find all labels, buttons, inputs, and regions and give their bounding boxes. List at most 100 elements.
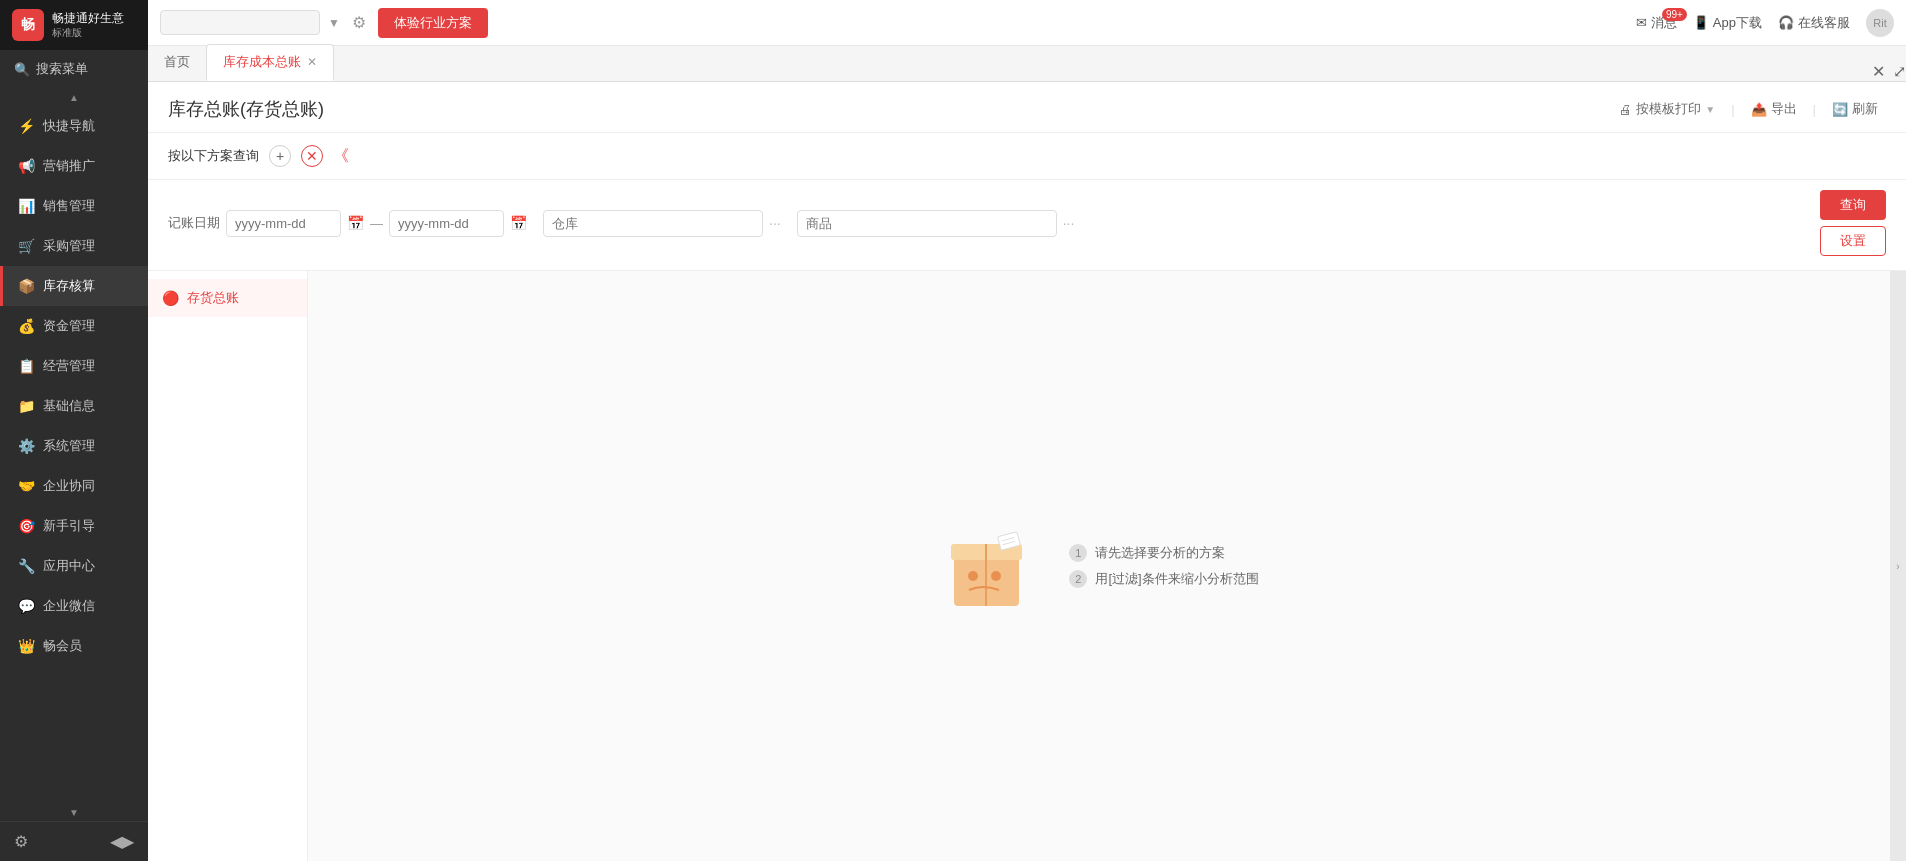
expand-panel-button[interactable]: ⤢ (1893, 62, 1906, 81)
sidebar-item-basic[interactable]: 📁 基础信息 (0, 386, 148, 426)
calendar-start-icon[interactable]: 📅 (347, 215, 364, 231)
sidebar-item-finance[interactable]: 💰 资金管理 (0, 306, 148, 346)
page-title: 库存总账(存货总账) (168, 97, 324, 121)
online-service-button[interactable]: 🎧 在线客服 (1778, 14, 1850, 32)
industry-solution-button[interactable]: 体验行业方案 (378, 8, 488, 38)
date-start-input[interactable] (226, 210, 341, 237)
system-icon: ⚙️ (17, 438, 35, 454)
warehouse-more-icon[interactable]: ··· (769, 215, 781, 231)
sidebar-nav: ⚡ 快捷导航 📢 营销推广 📊 销售管理 🛒 采购管理 📦 库存核算 💰 资金管… (0, 106, 148, 803)
sidebar-item-newbie[interactable]: 🎯 新手引导 (0, 506, 148, 546)
sales-icon: 📊 (17, 198, 35, 214)
settings-gear-icon[interactable]: ⚙ (348, 9, 370, 36)
warehouse-input[interactable] (543, 210, 763, 237)
app-center-icon: 🔧 (17, 558, 35, 574)
sidebar-item-wechat[interactable]: 💬 企业微信 (0, 586, 148, 626)
filter-label: 按以下方案查询 (168, 147, 259, 165)
date-field-label: 记账日期 (168, 214, 220, 232)
enterprise-icon: 🤝 (17, 478, 35, 494)
top-bar-left: ▼ ⚙ 体验行业方案 (160, 8, 1628, 38)
scheme-item-inventory-general[interactable]: 🔴 存货总账 (148, 279, 307, 317)
step-2-num: 2 (1069, 570, 1087, 588)
sidebar-item-enterprise[interactable]: 🤝 企业协同 (0, 466, 148, 506)
date-range-field: 记账日期 📅 — 📅 (168, 210, 527, 237)
export-button[interactable]: 📤 导出 (1743, 96, 1805, 122)
search-button[interactable]: 查询 (1820, 190, 1886, 220)
body-area: 🔴 存货总账 (148, 271, 1906, 861)
step-1-num: 1 (1069, 544, 1087, 562)
logo-text: 畅捷通好生意 标准版 (52, 11, 124, 40)
empty-inner: 1 请先选择要分析的方案 2 用[过滤]条件来缩小分析范围 (939, 516, 1258, 616)
content-area: 库存总账(存货总账) 🖨 按模板打印 ▼ | 📤 导出 | 🔄 刷新 (148, 82, 1906, 861)
page-header: 库存总账(存货总账) 🖨 按模板打印 ▼ | 📤 导出 | 🔄 刷新 (148, 82, 1906, 133)
empty-step-2: 2 用[过滤]条件来缩小分析范围 (1069, 566, 1258, 592)
chevron-right-icon: › (1896, 561, 1899, 572)
right-panel-toggle[interactable]: › (1890, 271, 1906, 861)
export-icon: 📤 (1751, 102, 1767, 117)
refresh-button[interactable]: 🔄 刷新 (1824, 96, 1886, 122)
tab-inventory-ledger[interactable]: 库存成本总账 ✕ (206, 44, 334, 81)
operations-icon: 📋 (17, 358, 35, 374)
breadcrumb-input[interactable] (160, 10, 320, 35)
message-button[interactable]: ✉ 消息 99+ (1636, 14, 1677, 32)
close-tab-icon[interactable]: ✕ (307, 55, 317, 69)
top-bar: ▼ ⚙ 体验行业方案 ✉ 消息 99+ 📱 App下载 🎧 在线客服 Rit (148, 0, 1906, 46)
sidebar-item-marketing[interactable]: 📢 营销推广 (0, 146, 148, 186)
empty-step-1: 1 请先选择要分析的方案 (1069, 540, 1258, 566)
calendar-end-icon[interactable]: 📅 (510, 215, 527, 231)
empty-text: 1 请先选择要分析的方案 2 用[过滤]条件来缩小分析范围 (1069, 540, 1258, 592)
remove-filter-button[interactable]: ✕ (301, 145, 323, 167)
scroll-up-btn[interactable]: ▲ (0, 88, 148, 106)
empty-box-svg (939, 516, 1039, 616)
newbie-icon: 🎯 (17, 518, 35, 534)
scheme-sidebar: 🔴 存货总账 (148, 271, 308, 861)
close-panel-button[interactable]: ✕ (1872, 62, 1885, 81)
search-menu-item[interactable]: 🔍 搜索菜单 (0, 50, 148, 88)
filter-bar: 按以下方案查询 + ✕ 《 (148, 133, 1906, 180)
add-filter-button[interactable]: + (269, 145, 291, 167)
inventory-icon: 📦 (17, 278, 35, 294)
sidebar-item-quick-nav[interactable]: ⚡ 快捷导航 (0, 106, 148, 146)
chevron-down-icon[interactable]: ▼ (328, 16, 340, 30)
collapse-sidebar-btn[interactable]: ◀▶ (110, 832, 134, 851)
sidebar-item-operations[interactable]: 📋 经营管理 (0, 346, 148, 386)
svg-point-4 (991, 571, 1001, 581)
tab-home[interactable]: 首页 (148, 45, 206, 81)
finance-icon: 💰 (17, 318, 35, 334)
print-template-button[interactable]: 🖨 按模板打印 ▼ (1611, 96, 1723, 122)
sidebar-item-app-center[interactable]: 🔧 应用中心 (0, 546, 148, 586)
sidebar-item-purchase[interactable]: 🛒 采购管理 (0, 226, 148, 266)
logo-icon: 畅 (12, 9, 44, 41)
panel-controls: ✕ ⤢ (1872, 62, 1906, 81)
scroll-down-btn[interactable]: ▼ (0, 803, 148, 821)
goods-more-icon[interactable]: ··· (1063, 215, 1075, 231)
refresh-icon: 🔄 (1832, 102, 1848, 117)
divider: | (1731, 102, 1734, 117)
empty-illustration (939, 516, 1039, 616)
sidebar-item-inventory[interactable]: 📦 库存核算 (0, 266, 148, 306)
filter-action-buttons: 查询 设置 (1820, 190, 1886, 256)
date-dash: — (370, 216, 383, 231)
sidebar-logo: 畅 畅捷通好生意 标准版 (0, 0, 148, 50)
print-icon: 🖨 (1619, 102, 1632, 117)
date-end-input[interactable] (389, 210, 504, 237)
main-area: ▼ ⚙ 体验行业方案 ✉ 消息 99+ 📱 App下载 🎧 在线客服 Rit (148, 0, 1906, 861)
goods-input[interactable] (797, 210, 1057, 237)
page-actions: 🖨 按模板打印 ▼ | 📤 导出 | 🔄 刷新 (1611, 96, 1886, 122)
headset-icon: 🎧 (1778, 15, 1794, 30)
tab-bar: 首页 库存成本总账 ✕ ✕ ⤢ (148, 46, 1906, 82)
settings-footer-icon[interactable]: ⚙ (14, 832, 28, 851)
member-icon: 👑 (17, 638, 35, 654)
app-download-button[interactable]: 📱 App下载 (1693, 14, 1762, 32)
settings-button[interactable]: 设置 (1820, 226, 1886, 256)
basic-icon: 📁 (17, 398, 35, 414)
phone-icon: 📱 (1693, 15, 1709, 30)
filter-row: 记账日期 📅 — 📅 ··· ··· 查询 设置 (148, 180, 1906, 271)
sidebar: 畅 畅捷通好生意 标准版 🔍 搜索菜单 ▲ ⚡ 快捷导航 📢 营销推广 📊 销售… (0, 0, 148, 861)
avatar[interactable]: Rit (1866, 9, 1894, 37)
collapse-filter-icon[interactable]: 《 (333, 146, 349, 167)
warehouse-field: ··· (543, 210, 781, 237)
sidebar-item-sales[interactable]: 📊 销售管理 (0, 186, 148, 226)
sidebar-item-system[interactable]: ⚙️ 系统管理 (0, 426, 148, 466)
sidebar-item-member[interactable]: 👑 畅会员 (0, 626, 148, 666)
